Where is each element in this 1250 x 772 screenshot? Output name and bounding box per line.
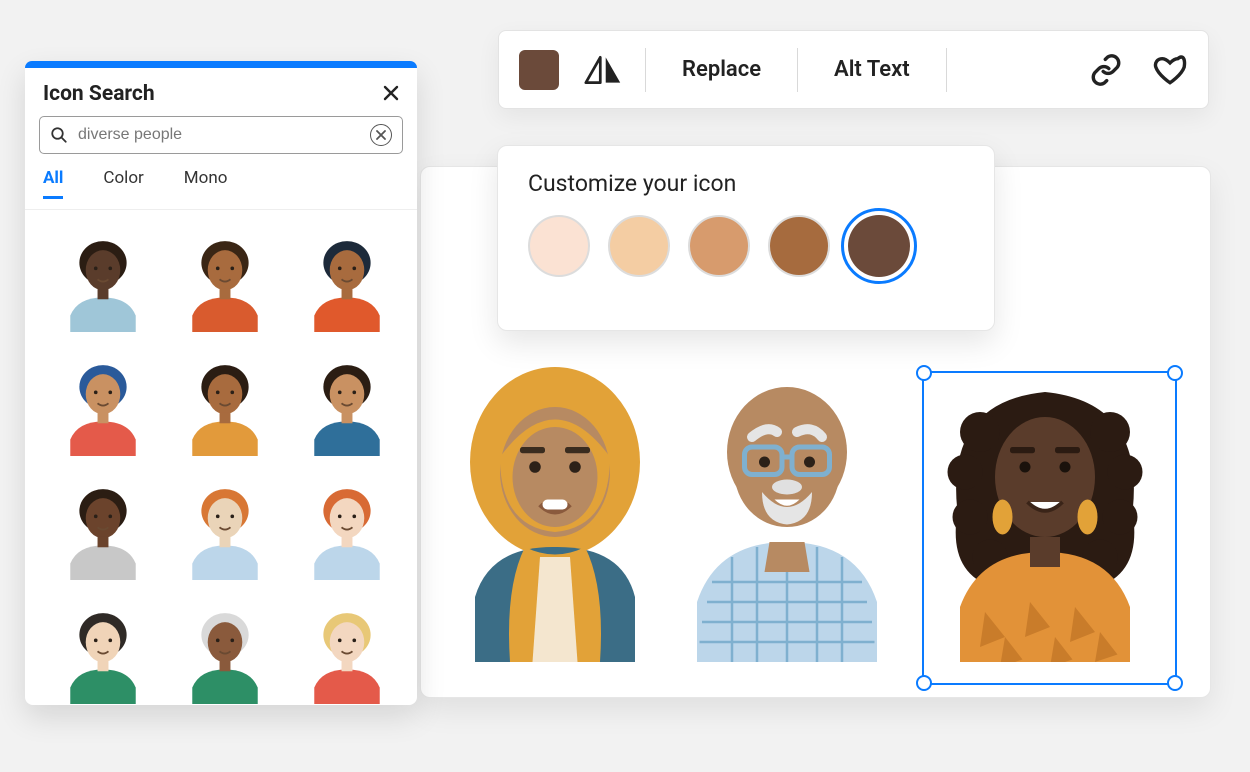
toolbar-divider	[797, 48, 798, 92]
canvas-avatar[interactable]	[430, 362, 680, 662]
toolbar-divider	[645, 48, 646, 92]
icon-result[interactable]	[53, 604, 153, 704]
filter-tab[interactable]: Mono	[184, 168, 228, 199]
icon-result[interactable]	[297, 232, 397, 332]
filter-tab[interactable]: Color	[103, 168, 143, 199]
icon-result[interactable]	[297, 480, 397, 580]
canvas-avatar[interactable]	[662, 362, 912, 662]
icon-result[interactable]	[175, 480, 275, 580]
skin-tone-swatch[interactable]	[608, 215, 670, 277]
panel-accent-bar	[25, 61, 417, 68]
clear-search-button[interactable]	[370, 124, 392, 146]
context-toolbar: Replace Alt Text	[498, 30, 1209, 109]
close-icon	[383, 85, 399, 101]
icon-result[interactable]	[297, 604, 397, 704]
link-button[interactable]	[1088, 52, 1124, 88]
fill-color-button[interactable]	[519, 50, 559, 90]
icon-result[interactable]	[175, 604, 275, 704]
icon-result[interactable]	[175, 356, 275, 456]
search-icon	[50, 126, 68, 144]
filter-tabs: All Color Mono	[25, 154, 417, 210]
customize-title: Customize your icon	[528, 170, 964, 197]
search-input[interactable]	[76, 125, 362, 145]
skin-tone-swatches	[528, 215, 964, 277]
panel-title: Icon Search	[43, 82, 155, 106]
icon-results-grid	[25, 210, 417, 726]
search-field[interactable]	[39, 116, 403, 154]
icon-result[interactable]	[53, 232, 153, 332]
icon-result[interactable]	[175, 232, 275, 332]
customize-icon-popup: Customize your icon	[497, 145, 995, 331]
skin-tone-swatch[interactable]	[688, 215, 750, 277]
canvas-avatar[interactable]	[920, 362, 1170, 662]
icon-result[interactable]	[53, 480, 153, 580]
filter-tab[interactable]: All	[43, 168, 63, 199]
close-button[interactable]	[383, 84, 399, 104]
flip-horizontal-button[interactable]	[583, 55, 623, 85]
skin-tone-swatch[interactable]	[528, 215, 590, 277]
icon-result[interactable]	[297, 356, 397, 456]
favorite-button[interactable]	[1152, 52, 1188, 88]
clear-icon	[376, 130, 386, 140]
skin-tone-swatch[interactable]	[768, 215, 830, 277]
toolbar-divider	[946, 48, 947, 92]
icon-search-panel: Icon Search All Color Mono	[25, 61, 417, 705]
icon-result[interactable]	[53, 356, 153, 456]
skin-tone-swatch[interactable]	[848, 215, 910, 277]
replace-button[interactable]: Replace	[668, 49, 775, 90]
alt-text-button[interactable]: Alt Text	[820, 49, 924, 90]
